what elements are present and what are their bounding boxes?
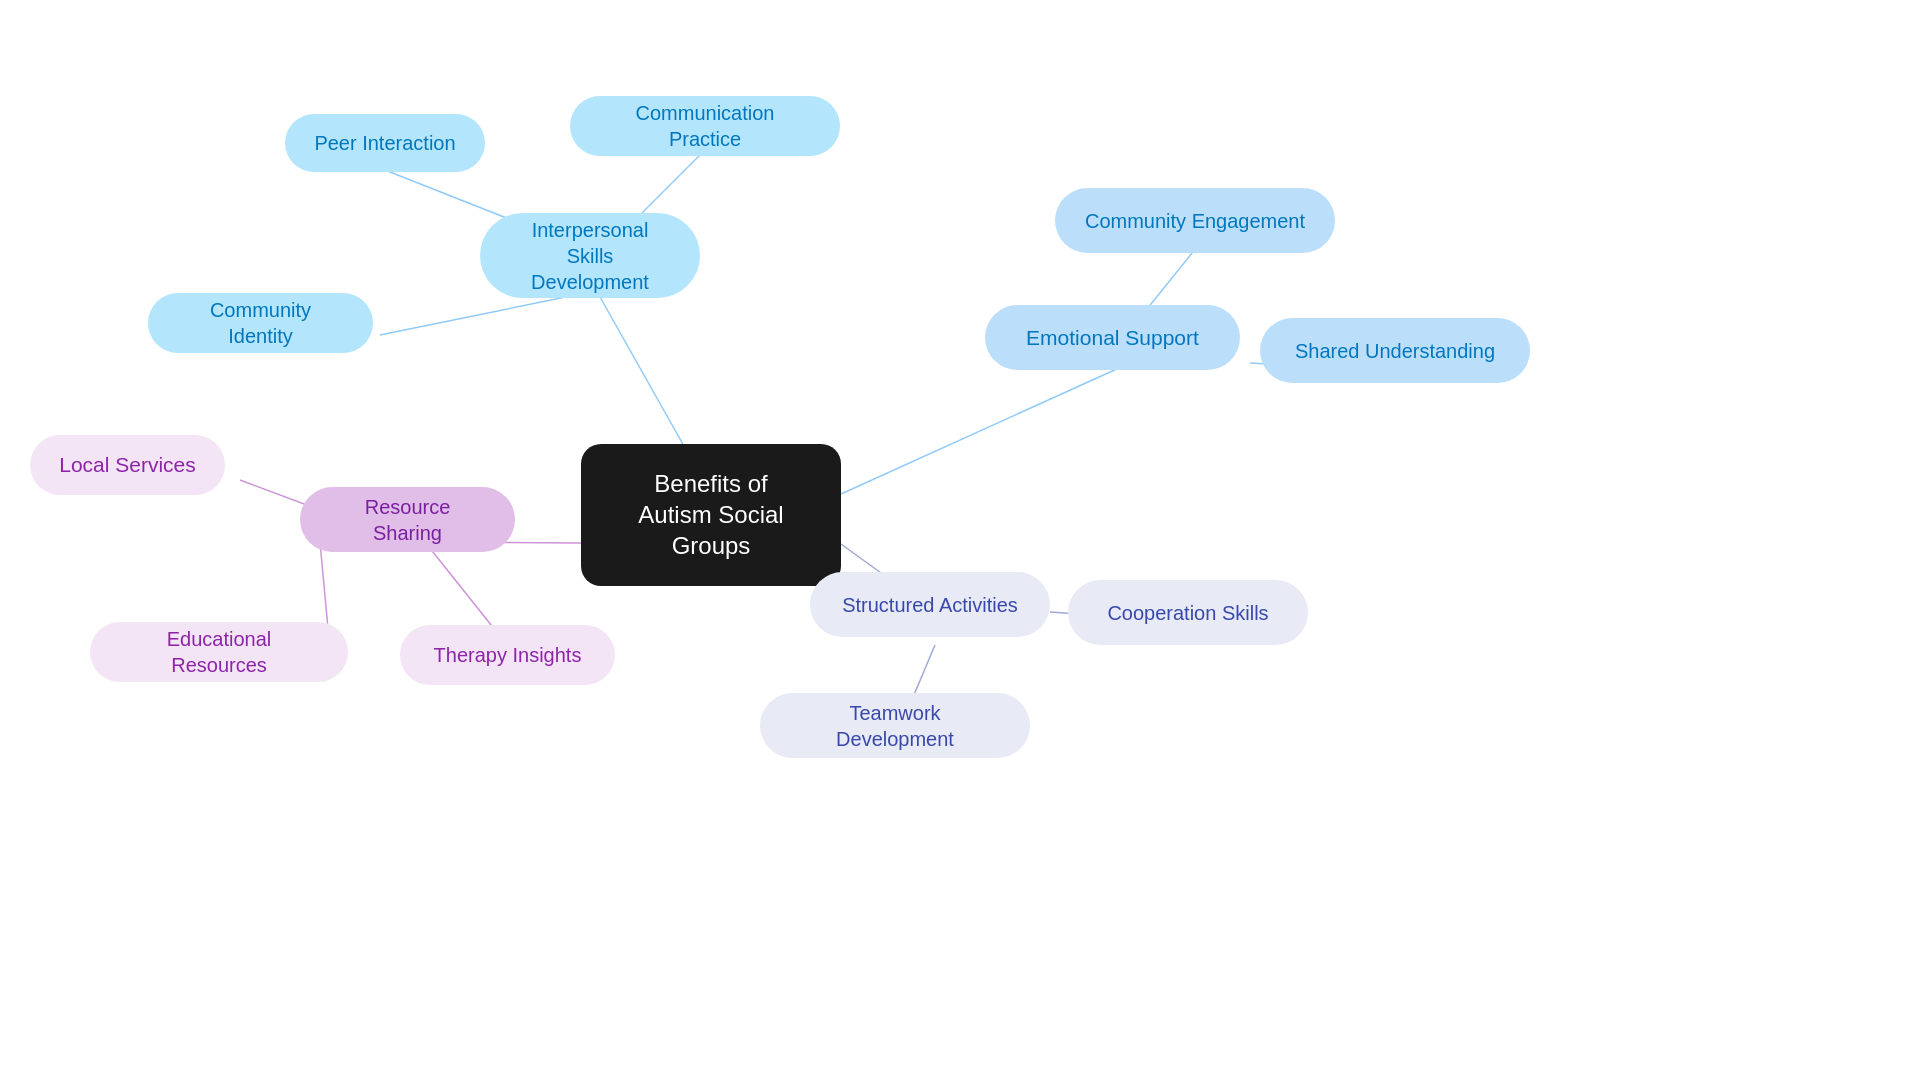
educational-resources-node: Educational Resources [90,622,348,682]
local-services-node: Local Services [30,435,225,495]
cooperation-skills-node: Cooperation Skills [1068,580,1308,645]
community-engagement-node: Community Engagement [1055,188,1335,253]
emotional-support-node: Emotional Support [985,305,1240,370]
structured-activities-node: Structured Activities [810,572,1050,637]
community-identity-node: Community Identity [148,293,373,353]
svg-line-4 [841,363,1130,494]
teamwork-development-node: Teamwork Development [760,693,1030,758]
center-node: Benefits of Autism Social Groups [581,444,841,586]
therapy-insights-node: Therapy Insights [400,625,615,685]
shared-understanding-node: Shared Understanding [1260,318,1530,383]
resource-sharing-node: Resource Sharing [300,487,515,552]
interpersonal-skills-node: Interpersonal SkillsDevelopment [480,213,700,298]
peer-interaction-node: Peer Interaction [285,114,485,172]
communication-practice-node: Communication Practice [570,96,840,156]
